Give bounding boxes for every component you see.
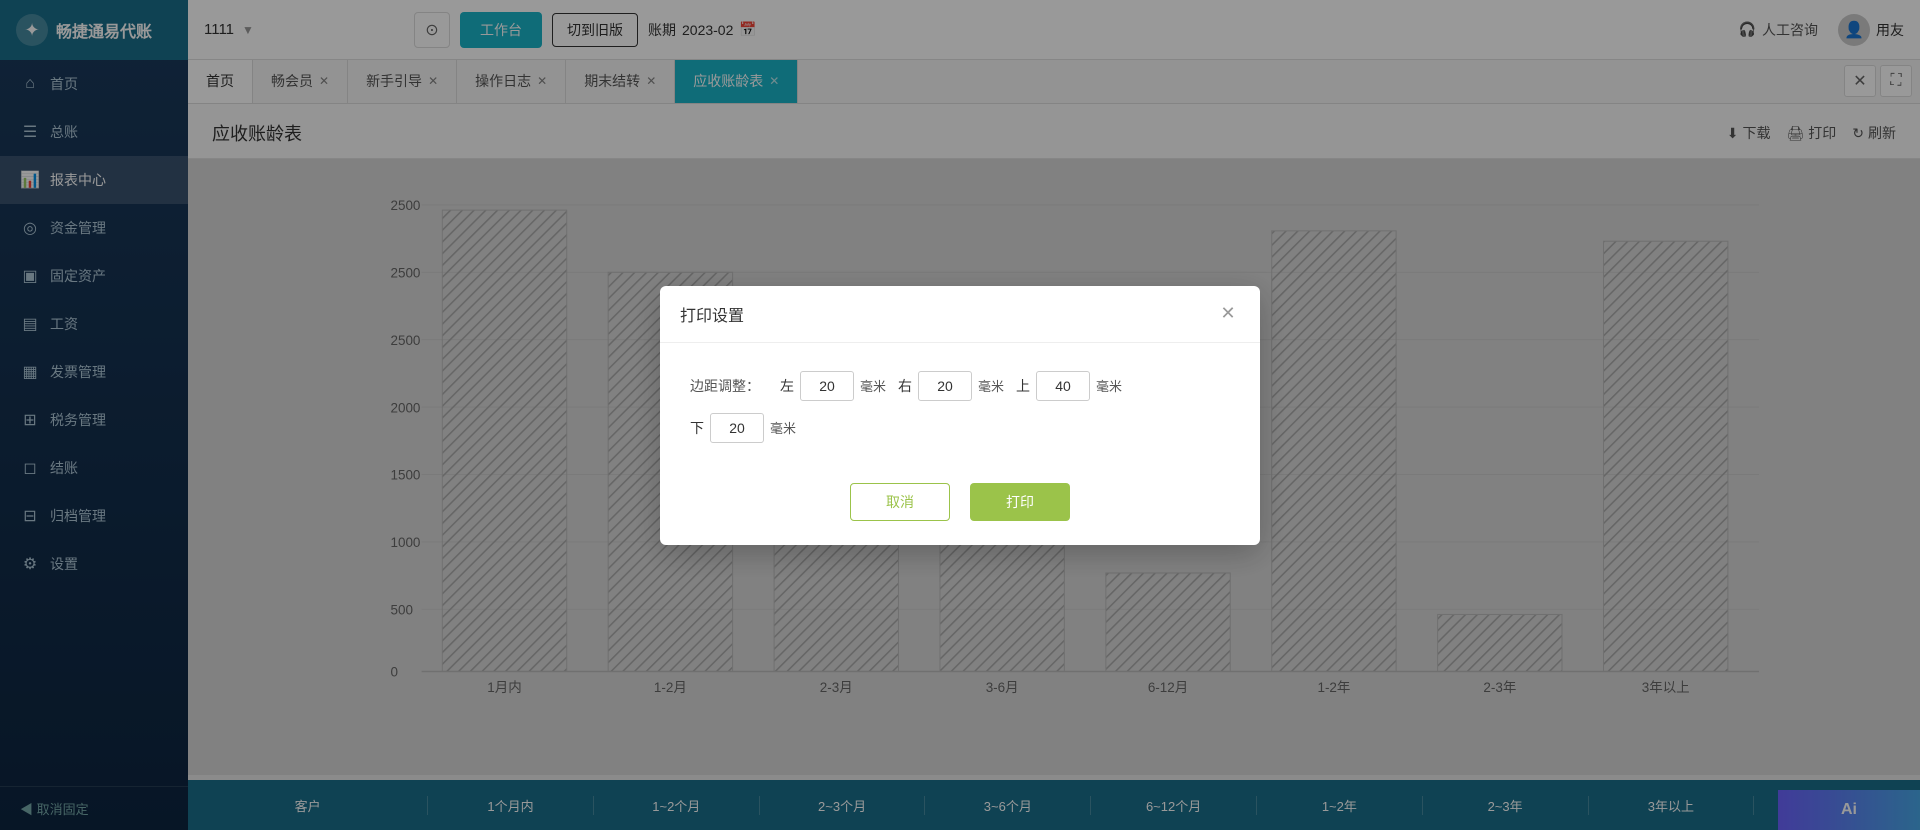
margin-right-label: 右	[898, 376, 912, 396]
margin-left-label: 左	[780, 376, 794, 396]
margin-top-label: 上	[1016, 376, 1030, 396]
margin-bottom-input[interactable]	[710, 413, 764, 443]
modal-title: 打印设置	[680, 302, 744, 326]
modal-body: 边距调整： 左 毫米 右 毫米 上 毫米 下	[660, 343, 1260, 467]
confirm-print-button[interactable]: 打印	[970, 483, 1070, 521]
margin-left-unit: 毫米	[860, 376, 886, 395]
margin-label: 边距调整：	[690, 376, 760, 396]
margin-group-left: 左 毫米	[780, 371, 886, 401]
margin-right-unit: 毫米	[978, 376, 1004, 395]
margin-row: 边距调整： 左 毫米 右 毫米 上 毫米 下	[690, 371, 1230, 443]
modal-overlay: 打印设置 ✕ 边距调整： 左 毫米 右 毫米 上 毫米	[0, 0, 1920, 830]
margin-group-top: 上 毫米	[1016, 371, 1122, 401]
cancel-button[interactable]: 取消	[850, 483, 950, 521]
margin-left-input[interactable]	[800, 371, 854, 401]
margin-right-input[interactable]	[918, 371, 972, 401]
margin-group-bottom: 下 毫米	[690, 413, 796, 443]
margin-bottom-unit: 毫米	[770, 418, 796, 437]
margin-top-input[interactable]	[1036, 371, 1090, 401]
modal-footer: 取消 打印	[660, 467, 1260, 545]
margin-bottom-label: 下	[690, 418, 704, 438]
margin-group-right: 右 毫米	[898, 371, 1004, 401]
modal-header: 打印设置 ✕	[660, 286, 1260, 343]
margin-top-unit: 毫米	[1096, 376, 1122, 395]
print-settings-modal: 打印设置 ✕ 边距调整： 左 毫米 右 毫米 上 毫米	[660, 286, 1260, 545]
modal-close-button[interactable]: ✕	[1216, 302, 1240, 326]
